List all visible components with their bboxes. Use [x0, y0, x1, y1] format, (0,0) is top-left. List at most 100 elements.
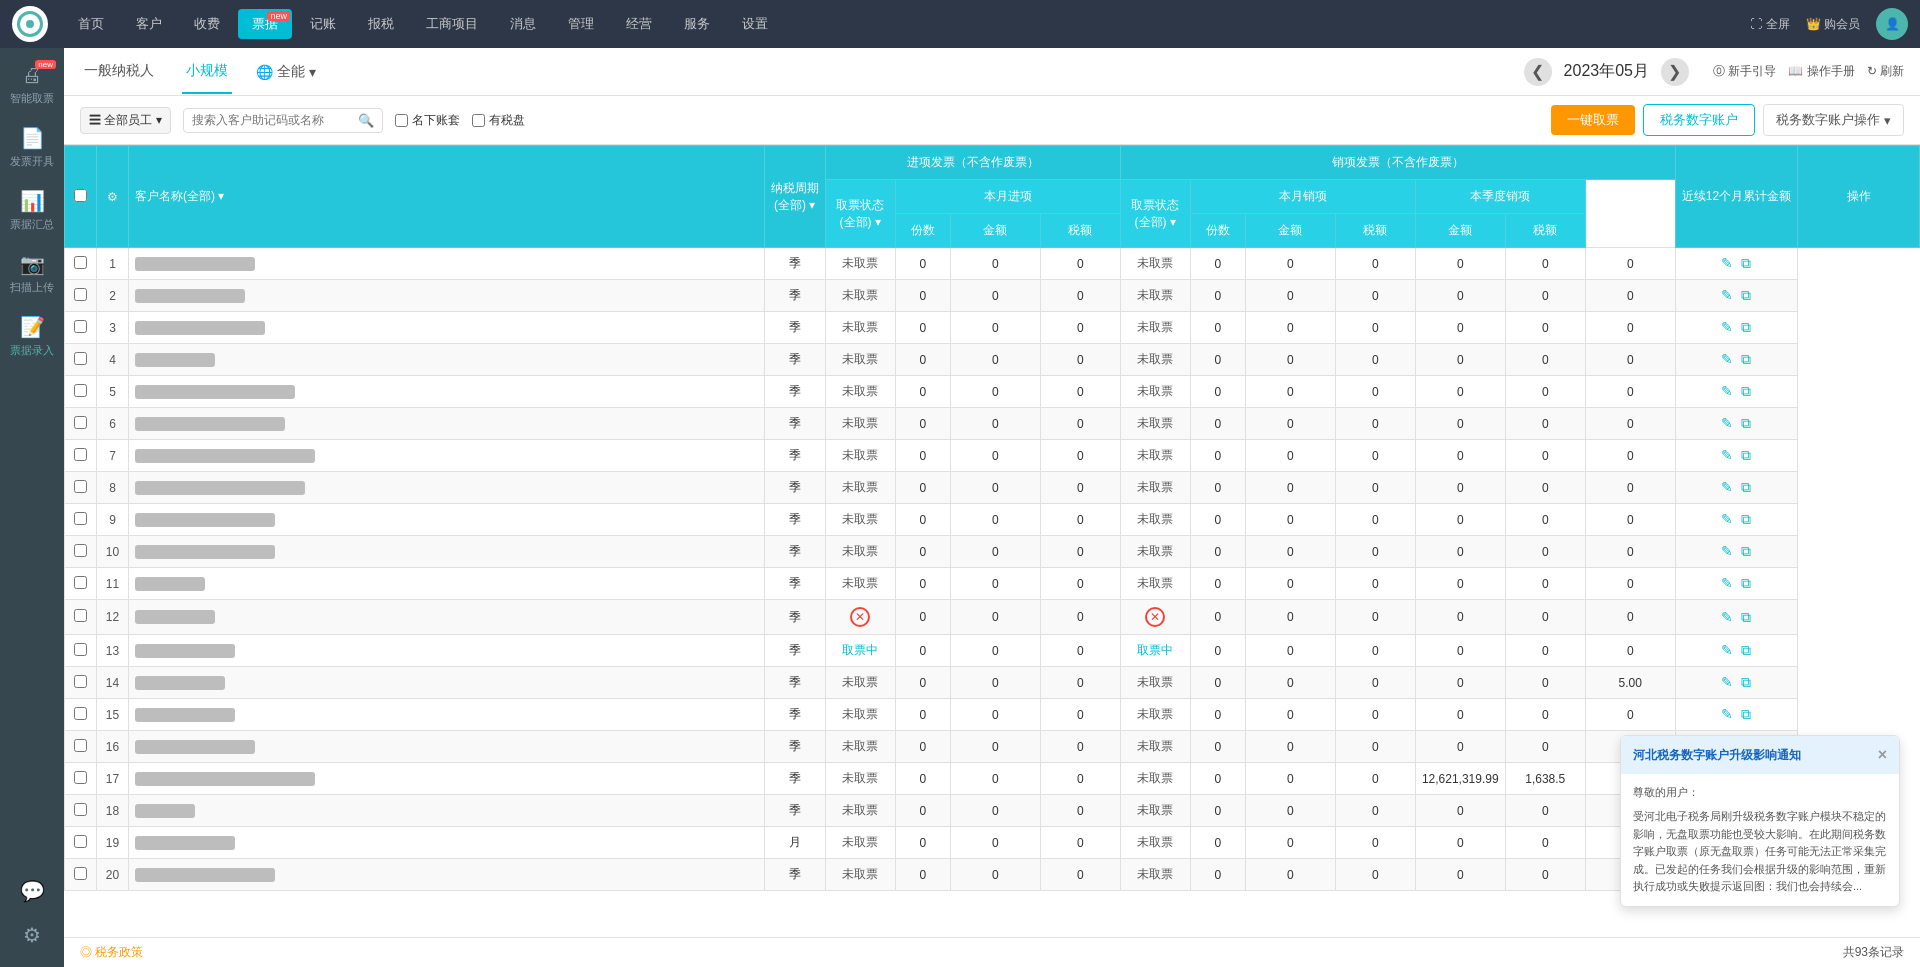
tax-disk-checkbox[interactable] [472, 114, 485, 127]
edit-icon[interactable]: ✎ [1721, 287, 1733, 304]
row-checkbox[interactable] [74, 544, 87, 557]
row-checkbox[interactable] [74, 739, 87, 752]
copy-icon[interactable]: ⧉ [1741, 479, 1751, 496]
row-checkbox[interactable] [74, 609, 87, 622]
checkbox-tax-disk[interactable]: 有税盘 [472, 112, 525, 129]
copy-icon[interactable]: ⧉ [1741, 642, 1751, 659]
row-checkbox[interactable] [74, 771, 87, 784]
edit-icon[interactable]: ✎ [1721, 674, 1733, 691]
row-checkbox[interactable] [74, 803, 87, 816]
nav-settings[interactable]: 设置 [728, 9, 782, 39]
edit-icon[interactable]: ✎ [1721, 351, 1733, 368]
copy-icon[interactable]: ⧉ [1741, 575, 1751, 592]
copy-icon[interactable]: ⧉ [1741, 351, 1751, 368]
row-checkbox[interactable] [74, 352, 87, 365]
nav-business[interactable]: 工商项目 [412, 9, 492, 39]
copy-icon[interactable]: ⧉ [1741, 255, 1751, 272]
nav-service[interactable]: 服务 [670, 9, 724, 39]
fullscreen-button[interactable]: ⛶ 全屏 [1750, 16, 1789, 33]
edit-icon[interactable]: ✎ [1721, 609, 1733, 626]
row-checkbox[interactable] [74, 576, 87, 589]
member-button[interactable]: 👑 购会员 [1806, 16, 1860, 33]
row-checkbox-cell[interactable] [65, 504, 97, 536]
copy-icon[interactable]: ⧉ [1741, 415, 1751, 432]
th-checkbox[interactable] [65, 146, 97, 248]
row-checkbox-cell[interactable] [65, 827, 97, 859]
manual-button[interactable]: 📖 操作手册 [1788, 63, 1854, 80]
th-settings[interactable]: ⚙ [97, 146, 129, 248]
row-checkbox-cell[interactable] [65, 635, 97, 667]
guide-button[interactable]: ⓪ 新手引导 [1713, 63, 1776, 80]
row-checkbox[interactable] [74, 288, 87, 301]
nav-billing[interactable]: 收费 [180, 9, 234, 39]
edit-icon[interactable]: ✎ [1721, 511, 1733, 528]
edit-icon[interactable]: ✎ [1721, 383, 1733, 400]
copy-icon[interactable]: ⧉ [1741, 447, 1751, 464]
tab-small-scale[interactable]: 小规模 [182, 50, 232, 94]
row-checkbox[interactable] [74, 320, 87, 333]
sidebar-item-invoice-issue[interactable]: 📄 发票开具 [0, 118, 64, 177]
employee-select[interactable]: ☰ 全部员工 ▾ [80, 107, 171, 134]
copy-icon[interactable]: ⧉ [1741, 543, 1751, 560]
row-checkbox-cell[interactable] [65, 344, 97, 376]
nav-client[interactable]: 客户 [122, 9, 176, 39]
refresh-button[interactable]: ↻ 刷新 [1867, 63, 1904, 80]
sidebar-item-messages[interactable]: 💬 [0, 871, 64, 911]
nav-tax[interactable]: 报税 [354, 9, 408, 39]
copy-icon[interactable]: ⧉ [1741, 609, 1751, 626]
edit-icon[interactable]: ✎ [1721, 575, 1733, 592]
row-checkbox-cell[interactable] [65, 699, 97, 731]
row-checkbox-cell[interactable] [65, 440, 97, 472]
checkbox-sub-account[interactable]: 名下账套 [395, 112, 460, 129]
row-checkbox-cell[interactable] [65, 408, 97, 440]
edit-icon[interactable]: ✎ [1721, 255, 1733, 272]
row-checkbox-cell[interactable] [65, 376, 97, 408]
tax-digital-account-ops-button[interactable]: 税务数字账户操作 ▾ [1763, 104, 1904, 136]
row-checkbox-cell[interactable] [65, 600, 97, 635]
row-checkbox[interactable] [74, 707, 87, 720]
row-checkbox-cell[interactable] [65, 795, 97, 827]
tax-policy-link[interactable]: ◎ 税务政策 [80, 944, 143, 961]
row-checkbox-cell[interactable] [65, 667, 97, 699]
row-checkbox-cell[interactable] [65, 763, 97, 795]
row-checkbox[interactable] [74, 643, 87, 656]
sidebar-item-invoice-entry[interactable]: 📝 票据录入 [0, 307, 64, 366]
nav-manage[interactable]: 管理 [554, 9, 608, 39]
row-checkbox-cell[interactable] [65, 472, 97, 504]
edit-icon[interactable]: ✎ [1721, 319, 1733, 336]
one-click-fetch-button[interactable]: 一键取票 [1551, 105, 1635, 135]
edit-icon[interactable]: ✎ [1721, 479, 1733, 496]
row-checkbox[interactable] [74, 256, 87, 269]
row-checkbox[interactable] [74, 675, 87, 688]
sidebar-item-invoice-summary[interactable]: 📊 票据汇总 [0, 181, 64, 240]
nav-home[interactable]: 首页 [64, 9, 118, 39]
search-icon[interactable]: 🔍 [358, 113, 374, 128]
row-checkbox[interactable] [74, 416, 87, 429]
edit-icon[interactable]: ✎ [1721, 543, 1733, 560]
period-prev-button[interactable]: ❮ [1524, 58, 1552, 86]
row-checkbox-cell[interactable] [65, 568, 97, 600]
copy-icon[interactable]: ⧉ [1741, 383, 1751, 400]
user-avatar[interactable]: 👤 [1876, 8, 1908, 40]
row-checkbox-cell[interactable] [65, 859, 97, 891]
row-checkbox-cell[interactable] [65, 248, 97, 280]
copy-icon[interactable]: ⧉ [1741, 511, 1751, 528]
sidebar-item-smart-ticket[interactable]: 🖨 智能取票 new [0, 56, 64, 114]
tax-digital-account-button[interactable]: 税务数字账户 [1643, 104, 1755, 136]
row-checkbox[interactable] [74, 867, 87, 880]
row-checkbox-cell[interactable] [65, 731, 97, 763]
edit-icon[interactable]: ✎ [1721, 415, 1733, 432]
tab-all-capability[interactable]: 🌐 全能 ▾ [256, 63, 316, 81]
row-checkbox[interactable] [74, 384, 87, 397]
row-checkbox[interactable] [74, 448, 87, 461]
tab-general-taxpayer[interactable]: 一般纳税人 [80, 50, 158, 94]
row-checkbox-cell[interactable] [65, 536, 97, 568]
nav-invoice[interactable]: 票据new [238, 9, 292, 39]
sidebar-item-config[interactable]: ⚙ [0, 915, 64, 955]
edit-icon[interactable]: ✎ [1721, 642, 1733, 659]
copy-icon[interactable]: ⧉ [1741, 706, 1751, 723]
copy-icon[interactable]: ⧉ [1741, 287, 1751, 304]
select-all-checkbox[interactable] [74, 189, 87, 202]
popup-close-button[interactable]: × [1878, 746, 1887, 764]
copy-icon[interactable]: ⧉ [1741, 319, 1751, 336]
